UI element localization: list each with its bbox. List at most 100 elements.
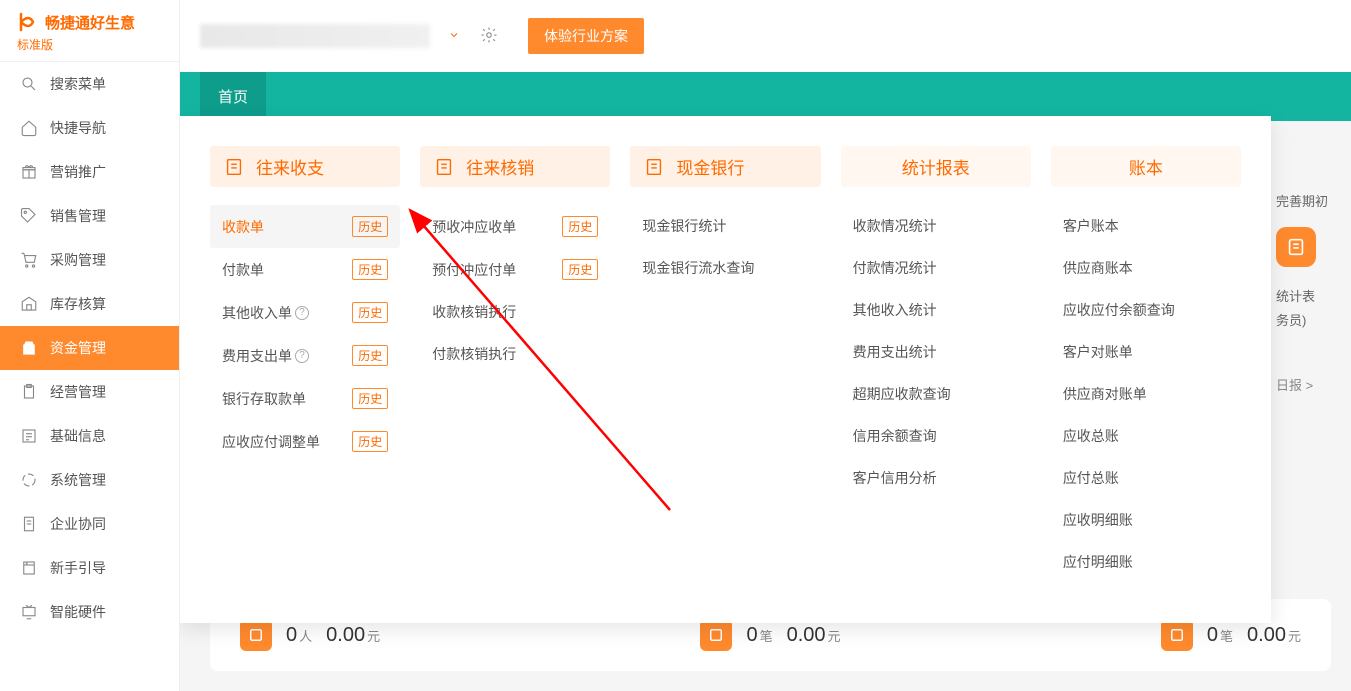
col-header: 往来核销: [420, 146, 610, 187]
warehouse-icon: [20, 295, 38, 313]
brand-edition: 标准版: [17, 36, 164, 53]
menu-label: 其他收入单?: [222, 303, 309, 323]
menu-item-2-1[interactable]: 现金银行流水查询: [642, 247, 808, 289]
nav-label: 经营管理: [50, 382, 106, 402]
stat-count: 0笔: [1207, 624, 1233, 647]
menu-list: 客户账本供应商账本应收应付余额查询客户对账单供应商对账单应收总账应付总账应收明细…: [1051, 205, 1241, 583]
menu-item-4-0[interactable]: 客户账本: [1063, 205, 1229, 247]
col-title: 现金银行: [676, 154, 744, 179]
menu-item-0-5[interactable]: 应收应付调整单 历史: [222, 420, 388, 463]
nav-item-11[interactable]: 新手引导: [0, 546, 179, 590]
menu-item-0-3[interactable]: 费用支出单?历史: [222, 334, 388, 377]
menu-item-2-0[interactable]: 现金银行统计: [642, 205, 808, 247]
col-header: 往来收支: [210, 146, 400, 187]
menu-item-4-5[interactable]: 应收总账: [1063, 415, 1229, 457]
menu-label: 收款情况统计: [853, 216, 937, 236]
menu-item-4-3[interactable]: 客户对账单: [1063, 331, 1229, 373]
menu-item-3-2[interactable]: 其他收入统计: [853, 289, 1019, 331]
menu-item-3-1[interactable]: 付款情况统计: [853, 247, 1019, 289]
menu-item-1-1[interactable]: 预付冲应付单 历史: [432, 248, 598, 291]
nav-label: 智能硬件: [50, 602, 106, 622]
gear-icon[interactable]: [480, 26, 498, 47]
nav-item-5[interactable]: 库存核算: [0, 282, 179, 326]
menu-item-4-8[interactable]: 应付明细账: [1063, 541, 1229, 583]
menu-label: 预付冲应付单: [432, 260, 516, 280]
help-floating-icon[interactable]: [1276, 227, 1316, 267]
menu-item-0-1[interactable]: 付款单历史: [222, 248, 388, 291]
history-tag[interactable]: 历史: [352, 302, 388, 323]
menu-label: 客户对账单: [1063, 342, 1133, 362]
col-header: 现金银行: [630, 146, 820, 187]
col-header: 账本: [1051, 146, 1241, 187]
menu-label: 应收明细账: [1063, 510, 1133, 530]
menu-label: 应付总账: [1063, 468, 1119, 488]
nav-item-3[interactable]: 销售管理: [0, 194, 179, 238]
tab-home[interactable]: 首页: [200, 72, 266, 121]
right-text-2a: 统计表: [1276, 285, 1351, 310]
submenu-col-0: 往来收支收款单历史付款单历史其他收入单?历史费用支出单?历史银行存取款单历史应收…: [210, 146, 400, 583]
menu-item-3-3[interactable]: 费用支出统计: [853, 331, 1019, 373]
nav-item-4[interactable]: 采购管理: [0, 238, 179, 282]
nav: 搜索菜单快捷导航营销推广销售管理采购管理库存核算资金管理经营管理基础信息系统管理…: [0, 62, 179, 634]
history-tag[interactable]: 历史: [352, 388, 388, 409]
help-icon[interactable]: ?: [295, 349, 309, 363]
history-tag[interactable]: 历史: [352, 259, 388, 280]
menu-list: 预收冲应收单历史预付冲应付单历史收款核销执行付款核销执行: [420, 205, 610, 375]
tag-icon: [20, 207, 38, 225]
menu-label: 应收应付调整单: [222, 432, 320, 452]
nav-label: 库存核算: [50, 294, 106, 314]
menu-label: 供应商账本: [1063, 258, 1133, 278]
history-tag[interactable]: 历史: [352, 216, 388, 237]
submenu-col-4: 账本客户账本供应商账本应收应付余额查询客户对账单供应商对账单应收总账应付总账应收…: [1051, 146, 1241, 583]
stat-amount: 0.00元: [326, 624, 380, 647]
nav-item-6[interactable]: 资金管理: [0, 326, 179, 370]
history-tag[interactable]: 历史: [562, 259, 598, 280]
menu-item-1-0[interactable]: 预收冲应收单 历史: [432, 205, 598, 248]
menu-label: 预收冲应收单: [432, 217, 516, 237]
help-icon[interactable]: ?: [295, 306, 309, 320]
nav-item-8[interactable]: 基础信息: [0, 414, 179, 458]
col-header: 统计报表: [841, 146, 1031, 187]
nav-item-1[interactable]: 快捷导航: [0, 106, 179, 150]
menu-item-1-3[interactable]: 付款核销执行: [432, 333, 598, 375]
clipboard-icon: [20, 383, 38, 401]
menu-item-4-4[interactable]: 供应商对账单: [1063, 373, 1229, 415]
cart-icon: [20, 251, 38, 269]
nav-item-9[interactable]: 系统管理: [0, 458, 179, 502]
nav-item-12[interactable]: 智能硬件: [0, 590, 179, 634]
menu-label: 现金银行流水查询: [642, 258, 754, 278]
nav-item-2[interactable]: 营销推广: [0, 150, 179, 194]
history-tag[interactable]: 历史: [352, 431, 388, 452]
menu-label: 费用支出统计: [853, 342, 937, 362]
menu-item-4-2[interactable]: 应收应付余额查询: [1063, 289, 1229, 331]
menu-item-3-0[interactable]: 收款情况统计: [853, 205, 1019, 247]
menu-item-4-6[interactable]: 应付总账: [1063, 457, 1229, 499]
nav-item-0[interactable]: 搜索菜单: [0, 62, 179, 106]
nav-item-10[interactable]: 企业协同: [0, 502, 179, 546]
menu-label: 其他收入统计: [853, 300, 937, 320]
daily-report-link[interactable]: 日报 >: [1276, 374, 1351, 399]
menu-item-0-2[interactable]: 其他收入单? 历史: [222, 291, 388, 334]
menu-item-3-4[interactable]: 超期应收款查询: [853, 373, 1019, 415]
menu-item-3-6[interactable]: 客户信用分析: [853, 457, 1019, 499]
menu-list: 收款单历史付款单历史其他收入单?历史费用支出单?历史银行存取款单历史应收应付调整…: [210, 205, 400, 463]
history-tag[interactable]: 历史: [562, 216, 598, 237]
menu-item-4-7[interactable]: 应收明细账: [1063, 499, 1229, 541]
stat-group-1: 0笔0.00元: [700, 619, 840, 651]
menu-label: 银行存取款单: [222, 389, 306, 409]
nav-label: 采购管理: [50, 250, 106, 270]
menu-label: 客户账本: [1063, 216, 1119, 236]
nav-label: 销售管理: [50, 206, 106, 226]
stat-amount: 0.00元: [787, 624, 841, 647]
menu-item-3-5[interactable]: 信用余额查询: [853, 415, 1019, 457]
history-tag[interactable]: 历史: [352, 345, 388, 366]
org-name-blurred: [200, 24, 430, 48]
industry-plan-button[interactable]: 体验行业方案: [528, 18, 644, 54]
menu-item-1-2[interactable]: 收款核销执行: [432, 291, 598, 333]
menu-item-0-0[interactable]: 收款单历史: [210, 205, 400, 248]
chevron-down-icon[interactable]: [448, 28, 460, 44]
nav-item-7[interactable]: 经营管理: [0, 370, 179, 414]
menu-item-0-4[interactable]: 银行存取款单 历史: [222, 377, 388, 420]
menu-item-4-1[interactable]: 供应商账本: [1063, 247, 1229, 289]
header: 体验行业方案: [180, 0, 1351, 72]
